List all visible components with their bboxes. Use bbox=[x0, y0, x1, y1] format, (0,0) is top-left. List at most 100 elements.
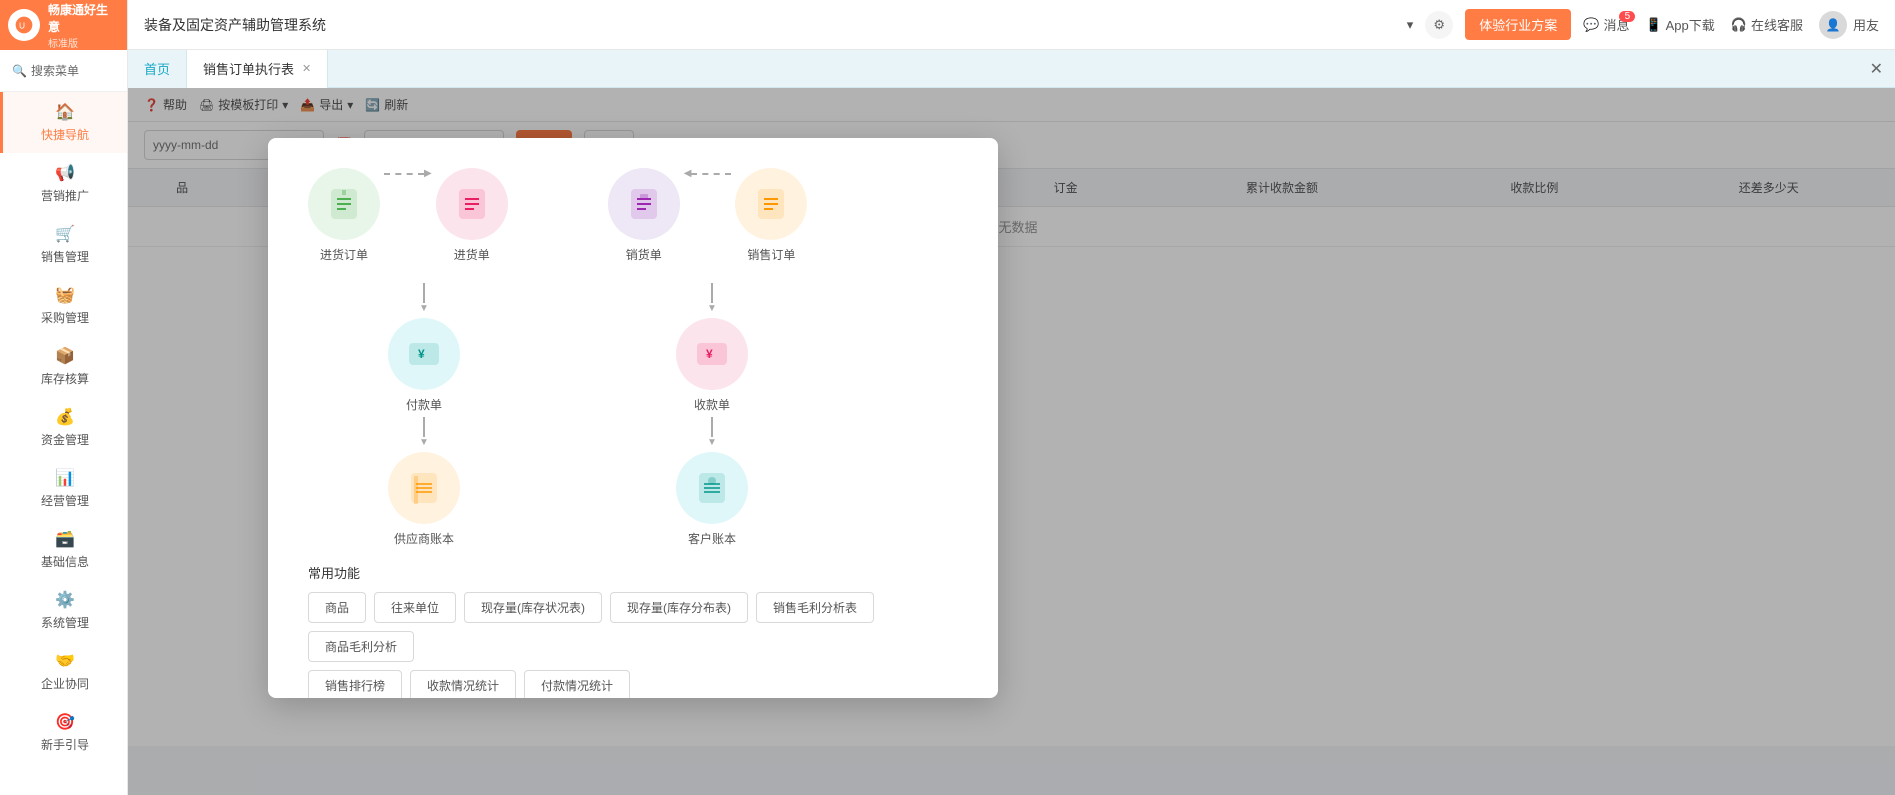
sales-order-icon bbox=[735, 168, 807, 240]
flow-col-customer-ledger: 客户账本 bbox=[676, 452, 748, 547]
settings-button[interactable]: ⚙ bbox=[1425, 11, 1453, 39]
flow-arrow-row: ▼ ▼ bbox=[308, 283, 958, 314]
func-btn-receipt-stats[interactable]: 收款情况统计 bbox=[410, 670, 516, 698]
sales-icon: 🛒 bbox=[55, 224, 75, 244]
flow-col-receipt-bill: ¥ 收款单 bbox=[676, 318, 748, 413]
svg-text:¥: ¥ bbox=[418, 347, 425, 361]
flow-arrow-row2: ▼ ▼ bbox=[308, 417, 958, 448]
sales-bill-label: 销货单 bbox=[626, 246, 662, 263]
tab-close-icon[interactable]: ✕ bbox=[302, 62, 311, 75]
finance-icon: 💰 bbox=[55, 407, 75, 427]
sidebar-item-label: 新手引导 bbox=[41, 736, 89, 753]
sidebar-item-finance[interactable]: 💰 资金管理 bbox=[0, 397, 127, 458]
trial-button[interactable]: 体验行业方案 bbox=[1465, 9, 1571, 40]
modal-overlay[interactable]: 进货订单 ▶ bbox=[128, 88, 1895, 795]
arrow-purchase-to-purchase-bill: ▶ bbox=[380, 168, 436, 207]
system-title: 装备及固定资产辅助管理系统 bbox=[144, 15, 1395, 35]
sidebar-item-label: 库存核算 bbox=[41, 370, 89, 387]
sidebar-item-cooperation[interactable]: 🤝 企业协同 bbox=[0, 641, 127, 702]
sidebar-item-label: 快捷导航 bbox=[41, 126, 89, 143]
sidebar-item-label: 采购管理 bbox=[41, 309, 89, 326]
chevron-down-icon: ▾ bbox=[1407, 17, 1414, 33]
search-menu-button[interactable]: 🔍 搜索菜单 bbox=[8, 58, 119, 83]
modal-content: 进货订单 ▶ bbox=[268, 138, 998, 698]
flow-diagram: 进货订单 ▶ bbox=[308, 168, 958, 263]
purchase-order-icon bbox=[308, 168, 380, 240]
sidebar-logo: U 畅康通好生意 标准版 bbox=[0, 0, 127, 50]
func-btn-product[interactable]: 商品 bbox=[308, 592, 366, 623]
purchase-bill-label: 进货单 bbox=[454, 246, 490, 263]
sidebar-item-system[interactable]: ⚙️ 系统管理 bbox=[0, 580, 127, 641]
topbar-right: 💬 消息 5 📱 App下载 🎧 在线客服 👤 用友 bbox=[1583, 11, 1879, 39]
func-btn-sales-rank[interactable]: 销售排行榜 bbox=[308, 670, 402, 698]
user-menu[interactable]: 👤 用友 bbox=[1819, 11, 1879, 39]
arrow-down-purchase-bill: ▼ bbox=[388, 283, 460, 314]
payment-bill-label: 付款单 bbox=[406, 396, 442, 413]
sidebar-item-label: 资金管理 bbox=[41, 431, 89, 448]
flow-col-sales-order: 销售订单 bbox=[735, 168, 807, 263]
func-btn-product-margin[interactable]: 商品毛利分析 bbox=[308, 631, 414, 662]
arrow-sales-order-to-sales-bill: ◀ bbox=[680, 168, 736, 207]
message-icon: 💬 bbox=[1583, 17, 1599, 33]
sidebar-item-label: 基础信息 bbox=[41, 553, 89, 570]
flow-row5: 供应商账本 客户账本 bbox=[308, 452, 958, 547]
sidebar-item-base-info[interactable]: 🗃️ 基础信息 bbox=[0, 519, 127, 580]
sidebar-item-marketing[interactable]: 📢 营销推广 bbox=[0, 153, 127, 214]
flow-col-payment-bill: ¥ 付款单 bbox=[388, 318, 460, 413]
supplier-ledger-icon bbox=[388, 452, 460, 524]
func-btn-payment-stats[interactable]: 付款情况统计 bbox=[524, 670, 630, 698]
payment-bill-icon: ¥ bbox=[388, 318, 460, 390]
main-area: 装备及固定资产辅助管理系统 ▾ ⚙ 体验行业方案 💬 消息 5 📱 App下载 bbox=[128, 0, 1895, 795]
tabbar: 首页 销售订单执行表 ✕ ✕ bbox=[128, 50, 1895, 88]
sidebar-item-operation[interactable]: 📊 经营管理 bbox=[0, 458, 127, 519]
service-icon: 🎧 bbox=[1731, 17, 1747, 33]
func-btn-partner[interactable]: 往来单位 bbox=[374, 592, 456, 623]
content-area: ❓ 帮助 🖨 按模板打印 ▾ 📤 导出 ▾ 🔄 刷新 bbox=[128, 88, 1895, 795]
message-button[interactable]: 💬 消息 5 bbox=[1583, 15, 1629, 34]
sidebar-item-inventory[interactable]: 📦 库存核算 bbox=[0, 336, 127, 397]
quick-nav-icon: 🏠 bbox=[55, 102, 75, 122]
marketing-icon: 📢 bbox=[55, 163, 75, 183]
svg-text:¥: ¥ bbox=[706, 347, 713, 361]
sidebar-item-guide[interactable]: 🎯 新手引导 bbox=[0, 702, 127, 763]
sidebar: U 畅康通好生意 标准版 🔍 搜索菜单 🏠 快捷导航 📢 营销推广 � bbox=[0, 0, 128, 795]
system-dropdown[interactable]: ▾ bbox=[1407, 17, 1414, 33]
customer-ledger-icon bbox=[676, 452, 748, 524]
system-icon: ⚙️ bbox=[55, 590, 75, 610]
purchase-icon: 🧺 bbox=[55, 285, 75, 305]
tab-home[interactable]: 首页 bbox=[128, 50, 187, 88]
func-btn-inventory-status[interactable]: 现存量(库存状况表) bbox=[464, 592, 602, 623]
sidebar-item-sales[interactable]: 🛒 销售管理 bbox=[0, 214, 127, 275]
common-functions-title: 常用功能 bbox=[308, 563, 958, 582]
tab-sales-order[interactable]: 销售订单执行表 ✕ bbox=[187, 50, 328, 88]
func-buttons-row1: 商品 往来单位 现存量(库存状况表) 现存量(库存分布表) 销售毛利分析表 商品… bbox=[308, 592, 958, 662]
online-service-button[interactable]: 🎧 在线客服 bbox=[1731, 15, 1803, 34]
func-btn-sales-margin[interactable]: 销售毛利分析表 bbox=[756, 592, 874, 623]
cooperation-icon: 🤝 bbox=[55, 651, 75, 671]
receipt-bill-label: 收款单 bbox=[694, 396, 730, 413]
receipt-bill-icon: ¥ bbox=[676, 318, 748, 390]
supplier-ledger-label: 供应商账本 bbox=[394, 530, 454, 547]
flow-row3: ¥ 付款单 ¥ 收款单 bbox=[308, 318, 958, 413]
sidebar-item-label: 营销推广 bbox=[41, 187, 89, 204]
sidebar-navigation: 🏠 快捷导航 📢 营销推广 🛒 销售管理 🧺 采购管理 📦 库存核算 💰 bbox=[0, 92, 127, 795]
flow-col-supplier-ledger: 供应商账本 bbox=[388, 452, 460, 547]
tab-sales-order-label: 销售订单执行表 bbox=[203, 59, 294, 78]
flow-col-purchase-order: 进货订单 bbox=[308, 168, 380, 263]
sidebar-item-quick-nav[interactable]: 🏠 快捷导航 bbox=[0, 92, 127, 153]
flow-col-sales-bill: 销货单 bbox=[608, 168, 680, 263]
close-all-tabs-button[interactable]: ✕ bbox=[1858, 59, 1895, 79]
tab-home-label: 首页 bbox=[144, 59, 170, 78]
common-functions-section: 常用功能 商品 往来单位 现存量(库存状况表) 现存量(库存分布表) 销售毛利分… bbox=[308, 563, 958, 698]
func-btn-inventory-dist[interactable]: 现存量(库存分布表) bbox=[610, 592, 748, 623]
sidebar-item-purchase[interactable]: 🧺 采购管理 bbox=[0, 275, 127, 336]
sidebar-item-label: 系统管理 bbox=[41, 614, 89, 631]
purchase-order-label: 进货订单 bbox=[320, 246, 368, 263]
sidebar-item-label: 经营管理 bbox=[41, 492, 89, 509]
inventory-icon: 📦 bbox=[55, 346, 75, 366]
app-download-button[interactable]: 📱 App下载 bbox=[1645, 15, 1714, 34]
app-logo-icon: U bbox=[8, 9, 40, 41]
online-service-label: 在线客服 bbox=[1751, 15, 1803, 34]
user-name: 用友 bbox=[1853, 15, 1879, 34]
customer-ledger-label: 客户账本 bbox=[688, 530, 736, 547]
